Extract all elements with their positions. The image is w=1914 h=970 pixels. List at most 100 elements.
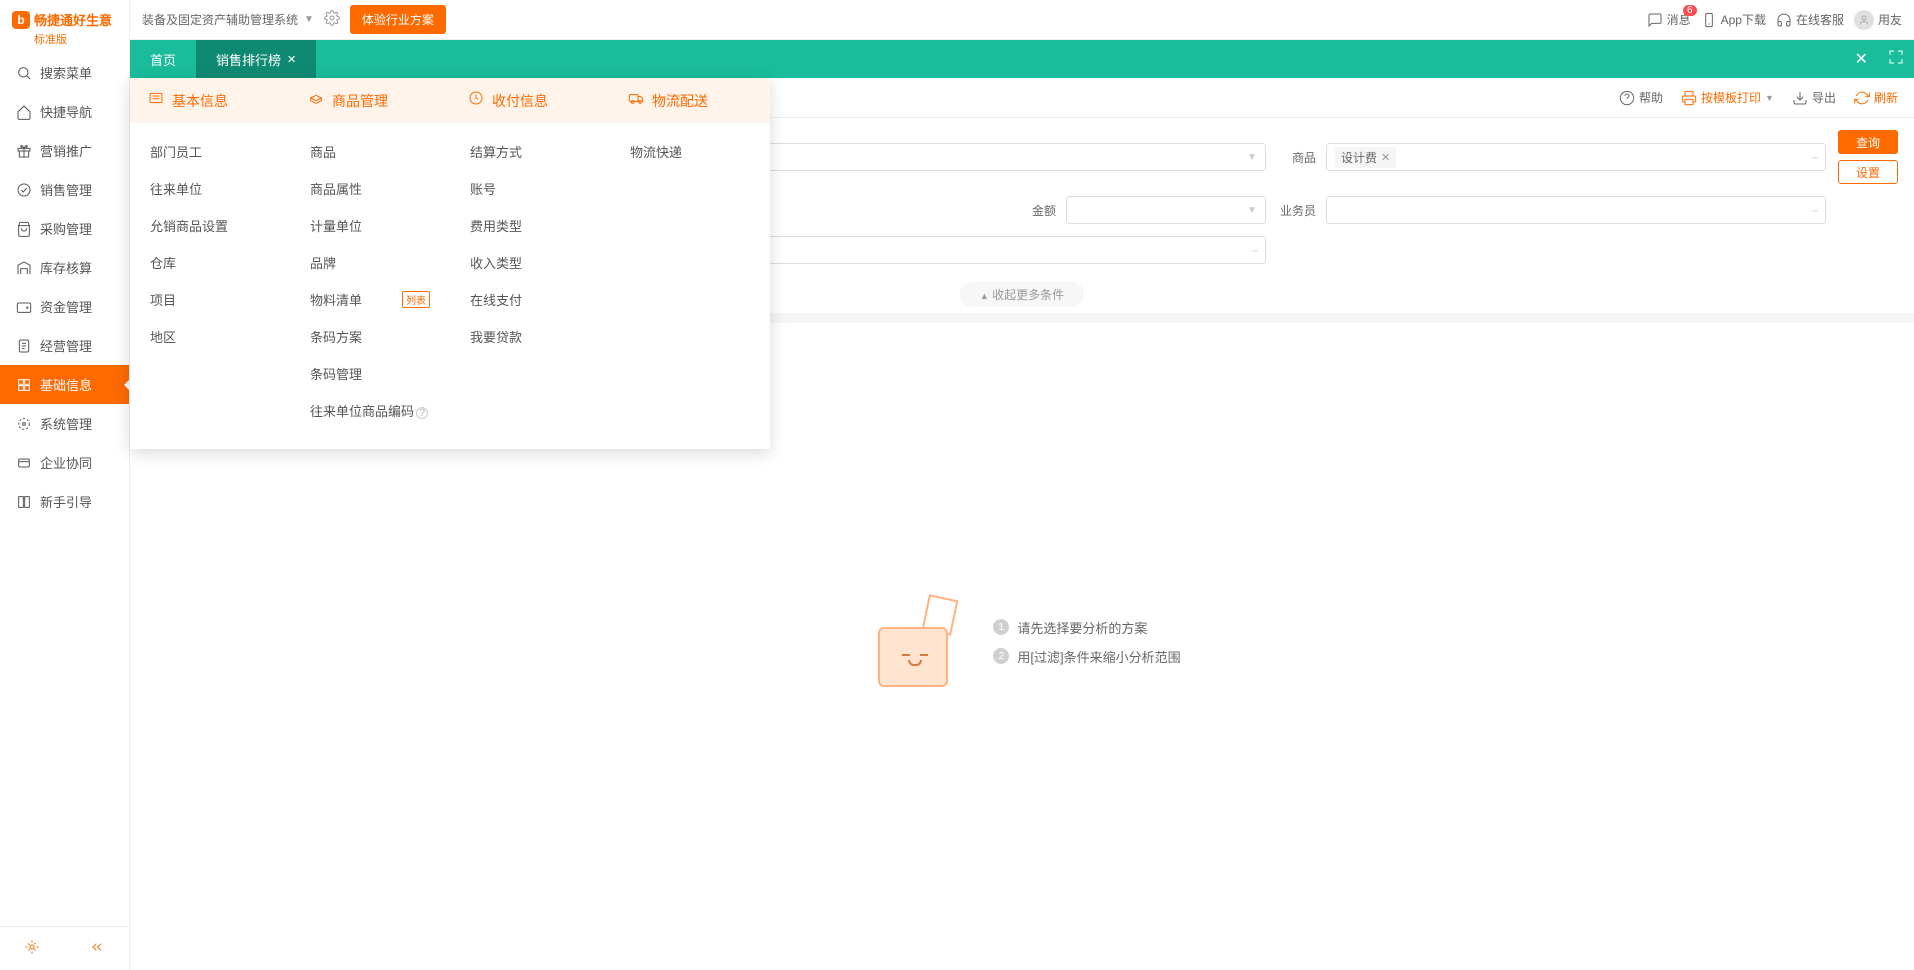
chevron-up-icon: ▲: [980, 291, 989, 301]
sidebar-item-6[interactable]: 资金管理: [0, 287, 129, 326]
logo: b 畅捷通好生意: [0, 0, 129, 35]
more-icon[interactable]: ···: [1811, 150, 1817, 164]
mega-item[interactable]: 费用类型: [450, 207, 610, 244]
mega-item[interactable]: 仓库: [130, 244, 290, 281]
query-button[interactable]: 查询: [1838, 130, 1898, 154]
sidebar-item-1[interactable]: 快捷导航: [0, 92, 129, 131]
mega-item[interactable]: 条码方案: [290, 318, 450, 355]
product-input[interactable]: 设计费 ✕ ···: [1326, 143, 1826, 171]
chevron-down-icon: ▼: [1765, 93, 1774, 103]
mega-item[interactable]: 往来单位: [130, 170, 290, 207]
sidebar: b 畅捷通好生意 标准版 搜索菜单快捷导航营销推广销售管理采购管理库存核算资金管…: [0, 0, 130, 970]
sidebar-item-2[interactable]: 营销推广: [0, 131, 129, 170]
message-icon: [1647, 12, 1663, 28]
bag-icon: [16, 221, 32, 237]
mega-header: 商品管理: [290, 78, 450, 123]
mega-item[interactable]: 商品: [290, 133, 450, 170]
print-icon: [1681, 90, 1697, 106]
mega-item[interactable]: 允销商品设置: [130, 207, 290, 244]
app-download-button[interactable]: App下载: [1701, 11, 1766, 28]
mega-item[interactable]: 往来单位商品编码?: [290, 392, 450, 429]
mega-item[interactable]: 地区: [130, 318, 290, 355]
sidebar-item-11[interactable]: 新手引导: [0, 482, 129, 521]
mega-item[interactable]: 商品属性: [290, 170, 450, 207]
mega-header-icon: [308, 90, 324, 111]
tab-sales-ranking[interactable]: 销售排行榜 ✕: [196, 40, 316, 78]
mega-col-3: 物流配送物流快递: [610, 78, 770, 449]
settings-icon[interactable]: [24, 939, 40, 958]
gear-icon[interactable]: [324, 10, 340, 29]
print-button[interactable]: 按模板打印 ▼: [1681, 89, 1774, 106]
mega-header-icon: [468, 90, 484, 111]
filter-input-3[interactable]: ···: [706, 236, 1266, 264]
topbar: 装备及固定资产辅助管理系统 ▼ 体验行业方案 消息 6 App下载 在线客服 用: [130, 0, 1914, 40]
help-icon[interactable]: ?: [416, 407, 428, 419]
sidebar-item-4[interactable]: 采购管理: [0, 209, 129, 248]
export-button[interactable]: 导出: [1792, 89, 1836, 106]
salesman-input[interactable]: ···: [1326, 196, 1826, 224]
chevron-down-icon: ▼: [304, 14, 314, 25]
refresh-button[interactable]: 刷新: [1854, 89, 1898, 106]
close-all-icon[interactable]: ✕: [1845, 49, 1878, 69]
edition-label: 标准版: [0, 31, 129, 47]
mega-item[interactable]: 物流快递: [610, 133, 770, 170]
fullscreen-icon[interactable]: [1878, 49, 1914, 70]
tag-remove-icon[interactable]: ✕: [1381, 151, 1390, 164]
mega-item[interactable]: 在线支付: [450, 281, 610, 318]
user-menu[interactable]: 用友: [1854, 10, 1902, 30]
mega-header: 收付信息: [450, 78, 610, 123]
system-selector[interactable]: 装备及固定资产辅助管理系统 ▼: [142, 11, 314, 28]
step-badge: 1: [993, 619, 1009, 635]
sidebar-item-10[interactable]: 企业协同: [0, 443, 129, 482]
system-name: 装备及固定资产辅助管理系统: [142, 11, 298, 28]
home-icon: [16, 104, 32, 120]
mega-item[interactable]: 项目: [130, 281, 290, 318]
mega-item[interactable]: 部门员工: [130, 133, 290, 170]
list-badge: 列表: [402, 291, 430, 308]
mega-header-icon: [148, 90, 164, 111]
support-button[interactable]: 在线客服: [1776, 11, 1844, 28]
mega-item[interactable]: 账号: [450, 170, 610, 207]
sidebar-item-7[interactable]: 经营管理: [0, 326, 129, 365]
close-icon[interactable]: ✕: [287, 53, 296, 66]
sidebar-item-0[interactable]: 搜索菜单: [0, 53, 129, 92]
headset-icon: [1776, 12, 1792, 28]
mega-col-2: 收付信息结算方式账号费用类型收入类型在线支付我要贷款: [450, 78, 610, 449]
mega-item[interactable]: 品牌: [290, 244, 450, 281]
sidebar-item-8[interactable]: 基础信息: [0, 365, 129, 404]
gear-dashed-icon: [16, 416, 32, 432]
tab-home[interactable]: 首页: [130, 40, 196, 78]
mega-menu: 基本信息部门员工往来单位允销商品设置仓库项目地区商品管理商品商品属性计量单位品牌…: [130, 78, 770, 449]
mega-item[interactable]: 我要贷款: [450, 318, 610, 355]
logo-text: 畅捷通好生意: [34, 10, 112, 29]
reset-button[interactable]: 设置: [1838, 160, 1898, 184]
empty-illustration: [863, 597, 963, 697]
more-icon[interactable]: ···: [1251, 243, 1257, 257]
question-icon: [1619, 90, 1635, 106]
filter-select-1[interactable]: ▼: [706, 143, 1266, 171]
avatar-icon: [1854, 10, 1874, 30]
sidebar-item-5[interactable]: 库存核算: [0, 248, 129, 287]
sidebar-item-3[interactable]: 销售管理: [0, 170, 129, 209]
phone-icon: [1701, 12, 1717, 28]
export-icon: [1792, 90, 1808, 106]
empty-step-2: 2 用[过滤]条件来缩小分析范围: [993, 647, 1180, 666]
plan-button[interactable]: 体验行业方案: [350, 5, 446, 34]
mega-item[interactable]: 计量单位: [290, 207, 450, 244]
collapse-icon[interactable]: [89, 939, 105, 958]
mega-item[interactable]: 收入类型: [450, 244, 610, 281]
layers-icon: [16, 377, 32, 393]
mega-item[interactable]: 结算方式: [450, 133, 610, 170]
book-icon: [16, 494, 32, 510]
mega-item[interactable]: 条码管理: [290, 355, 450, 392]
help-button[interactable]: 帮助: [1619, 89, 1663, 106]
mega-header-icon: [628, 90, 644, 111]
cart-icon: [16, 182, 32, 198]
collapse-filters-button[interactable]: ▲ 收起更多条件: [960, 282, 1084, 307]
more-icon[interactable]: ···: [1811, 203, 1817, 217]
messages-button[interactable]: 消息 6: [1647, 11, 1691, 28]
amount-select[interactable]: ▼: [1066, 196, 1266, 224]
mega-item[interactable]: 物料清单列表: [290, 281, 450, 318]
sidebar-item-9[interactable]: 系统管理: [0, 404, 129, 443]
logo-icon: b: [12, 11, 30, 29]
